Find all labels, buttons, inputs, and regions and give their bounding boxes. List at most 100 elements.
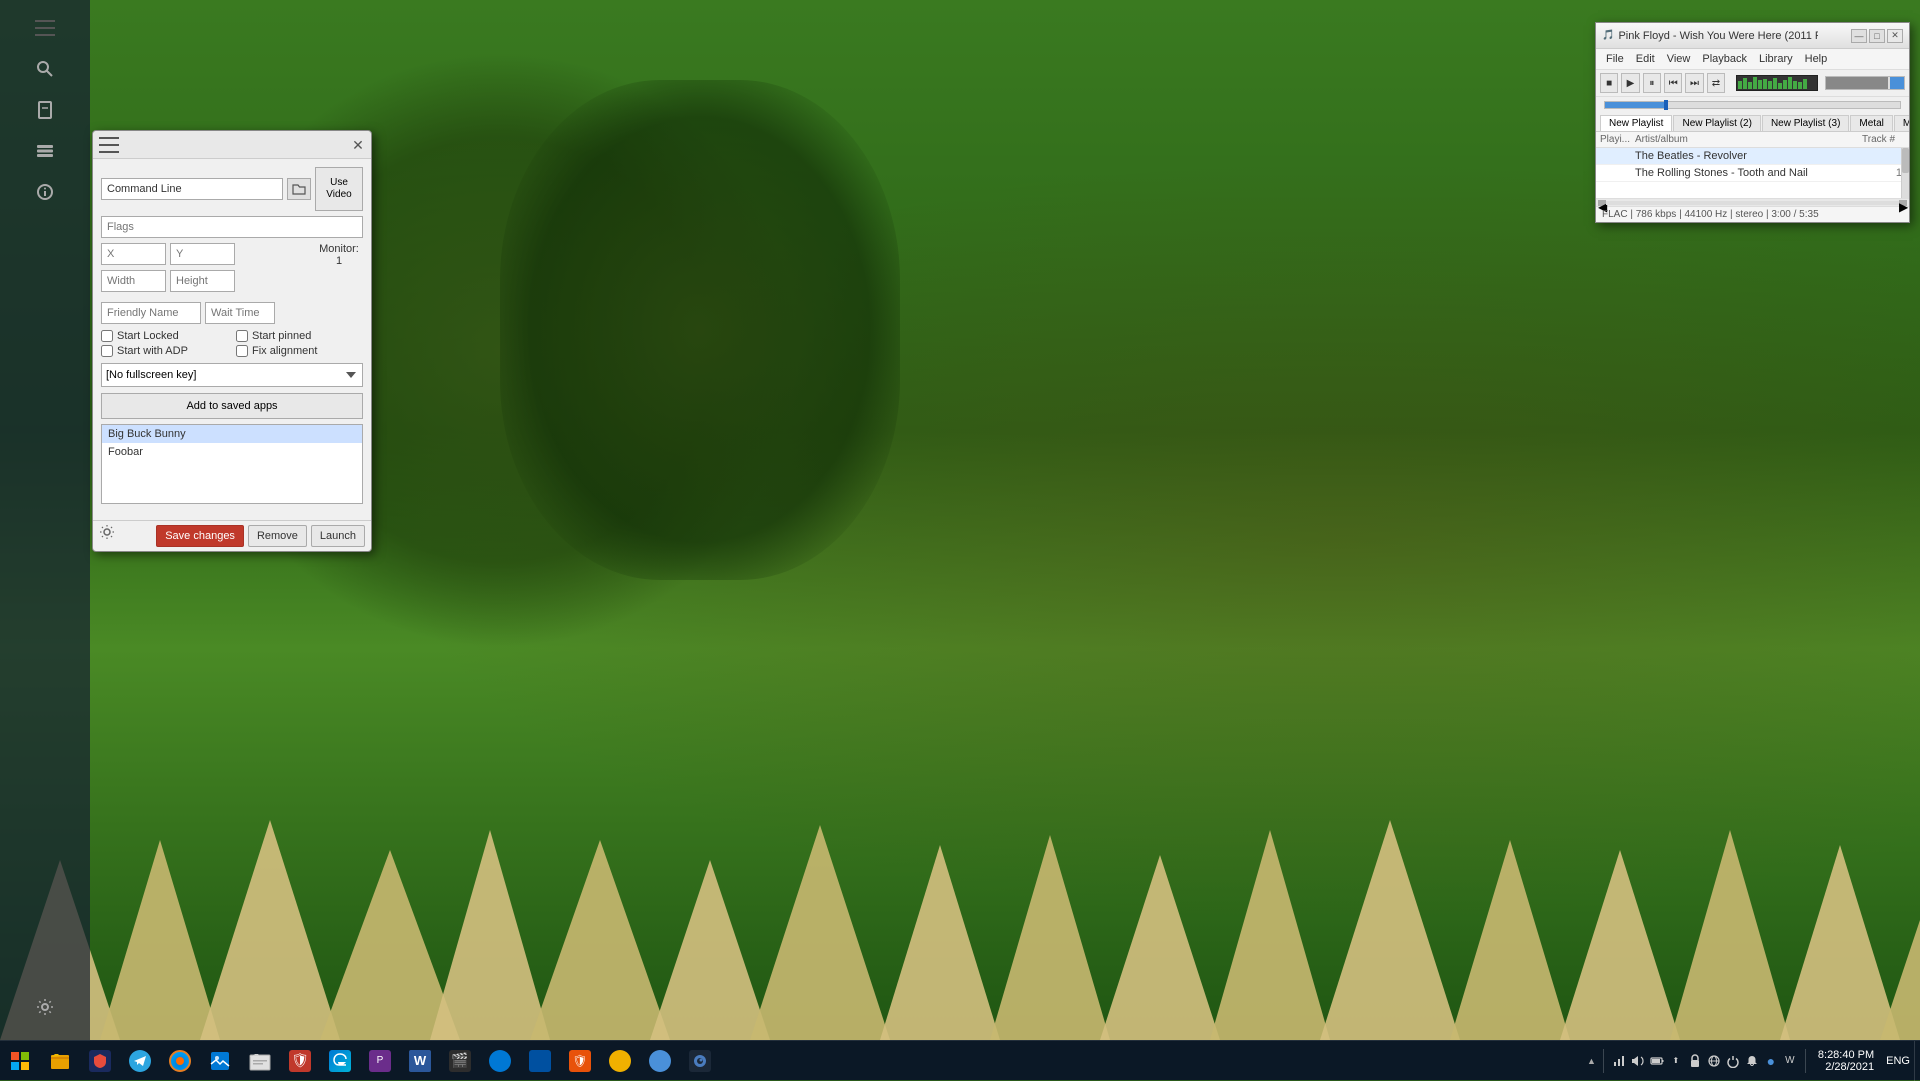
- saved-apps-list[interactable]: Big Buck Bunny Foobar: [101, 424, 363, 504]
- menu-file[interactable]: File: [1600, 51, 1630, 67]
- taskbar-blue-circle[interactable]: [640, 1041, 680, 1081]
- taskbar-photos[interactable]: [200, 1041, 240, 1081]
- menu-library[interactable]: Library: [1753, 51, 1799, 67]
- hscroll-left[interactable]: ◀: [1598, 200, 1606, 206]
- menu-help[interactable]: Help: [1799, 51, 1834, 67]
- menu-view[interactable]: View: [1661, 51, 1697, 67]
- foobar-close-button[interactable]: ✕: [1887, 29, 1903, 43]
- taskbar-firefox[interactable]: [160, 1041, 200, 1081]
- taskbar-video[interactable]: 🎬: [440, 1041, 480, 1081]
- sidebar-settings-icon[interactable]: [27, 994, 63, 1030]
- taskbar-antivirus[interactable]: 🛡: [280, 1041, 320, 1081]
- sidebar-hamburger-icon[interactable]: [27, 10, 63, 46]
- app-manager-titlebar[interactable]: ✕: [93, 131, 371, 159]
- systray-globe-icon[interactable]: [1706, 1053, 1722, 1069]
- track-cell: 1/: [1845, 167, 1905, 179]
- foobar-maximize-button[interactable]: □: [1869, 29, 1885, 43]
- systray-power-icon[interactable]: [1725, 1053, 1741, 1069]
- seekbar[interactable]: [1604, 101, 1901, 109]
- friendly-name-input[interactable]: [101, 302, 201, 324]
- eq-bar: [1788, 77, 1792, 89]
- sidebar-layers-icon[interactable]: [27, 133, 63, 169]
- toolbar-random-button[interactable]: ⇄: [1707, 73, 1725, 93]
- systray-network-icon[interactable]: [1611, 1053, 1627, 1069]
- save-changes-button[interactable]: Save changes: [156, 525, 244, 547]
- use-video-button[interactable]: Use Video: [315, 167, 363, 211]
- tab-mj[interactable]: MJ: [1894, 115, 1909, 131]
- toolbar-next-button[interactable]: ⏭: [1685, 73, 1703, 93]
- playlist-item[interactable]: The Rolling Stones - Tooth and Nail 1/: [1596, 165, 1909, 182]
- height-input[interactable]: [170, 270, 235, 292]
- taskbar-blue-app[interactable]: [520, 1041, 560, 1081]
- sidebar-bookmark-icon[interactable]: [27, 92, 63, 128]
- systray-notification-icon[interactable]: [1744, 1053, 1760, 1069]
- menu-edit[interactable]: Edit: [1630, 51, 1661, 67]
- playlist-scrollbar[interactable]: [1901, 148, 1909, 198]
- taskbar-purple-app[interactable]: P: [360, 1041, 400, 1081]
- scrollbar-thumb[interactable]: [1902, 148, 1909, 173]
- flags-input[interactable]: [101, 216, 363, 238]
- taskbar-edge[interactable]: [320, 1041, 360, 1081]
- tab-new-playlist[interactable]: New Playlist: [1600, 115, 1672, 131]
- folder-browse-button[interactable]: [287, 178, 311, 200]
- systray-volume-icon[interactable]: [1630, 1053, 1646, 1069]
- remove-button[interactable]: Remove: [248, 525, 307, 547]
- taskbar-yellow-app[interactable]: [600, 1041, 640, 1081]
- toolbar-stop-button[interactable]: ■: [1600, 73, 1618, 93]
- taskbar-word[interactable]: W: [400, 1041, 440, 1081]
- systray-up-icon[interactable]: ⬆: [1668, 1053, 1684, 1069]
- tab-new-playlist-2[interactable]: New Playlist (2): [1673, 115, 1760, 131]
- foobar-titlebar[interactable]: 🎵 Pink Floyd - Wish You Were Here (2011 …: [1596, 23, 1909, 49]
- start-button[interactable]: [0, 1041, 40, 1081]
- toolbar-pause-button[interactable]: ⏸: [1643, 73, 1661, 93]
- titlebar-hamburger-icon[interactable]: [99, 137, 119, 153]
- playlist-item[interactable]: The Beatles - Revolver: [1596, 148, 1909, 165]
- taskbar-security-app[interactable]: [80, 1041, 120, 1081]
- hscroll-right[interactable]: ▶: [1899, 200, 1907, 206]
- taskbar-steam[interactable]: [680, 1041, 720, 1081]
- toolbar-play-button[interactable]: ▶: [1621, 73, 1639, 93]
- fix-alignment-checkbox[interactable]: [236, 345, 248, 357]
- start-pinned-checkbox[interactable]: [236, 330, 248, 342]
- list-item[interactable]: Big Buck Bunny: [102, 425, 362, 443]
- foobar-minimize-button[interactable]: —: [1851, 29, 1867, 43]
- sidebar-info-icon[interactable]: [27, 174, 63, 210]
- command-line-input[interactable]: [101, 178, 283, 200]
- systray-expand[interactable]: ▲: [1587, 1056, 1596, 1066]
- add-saved-apps-button[interactable]: Add to saved apps: [101, 393, 363, 419]
- start-locked-checkbox[interactable]: [101, 330, 113, 342]
- menu-playback[interactable]: Playback: [1696, 51, 1753, 67]
- start-adp-checkbox[interactable]: [101, 345, 113, 357]
- taskbar-clock[interactable]: 8:28:40 PM 2/28/2021: [1810, 1049, 1882, 1073]
- width-input[interactable]: [101, 270, 166, 292]
- volume-slider[interactable]: [1825, 76, 1905, 90]
- foobar-playlist[interactable]: The Beatles - Revolver The Rolling Stone…: [1596, 148, 1909, 198]
- fullscreen-select[interactable]: [No fullscreen key] F11 Alt+Enter: [101, 363, 363, 387]
- taskbar-file-explorer[interactable]: [40, 1041, 80, 1081]
- list-item[interactable]: Foobar: [102, 443, 362, 461]
- foobar-hscrollbar[interactable]: ◀ ▶: [1596, 198, 1909, 206]
- playlist-header: Playi... Artist/album Track #: [1596, 132, 1909, 148]
- launch-button[interactable]: Launch: [311, 525, 365, 547]
- show-desktop-button[interactable]: [1914, 1041, 1920, 1081]
- systray-dot1[interactable]: ●: [1763, 1053, 1779, 1069]
- systray-battery-icon[interactable]: [1649, 1053, 1665, 1069]
- sidebar-search-icon[interactable]: [27, 51, 63, 87]
- systray-lock-icon[interactable]: [1687, 1053, 1703, 1069]
- tab-new-playlist-3[interactable]: New Playlist (3): [1762, 115, 1849, 131]
- x-input[interactable]: [101, 243, 166, 265]
- wait-time-input[interactable]: [205, 302, 275, 324]
- taskbar-telegram[interactable]: [120, 1041, 160, 1081]
- tab-metal[interactable]: Metal: [1850, 115, 1892, 131]
- taskbar-file-manager[interactable]: [240, 1041, 280, 1081]
- bottom-settings-icon[interactable]: [99, 524, 115, 540]
- taskbar-circle-app[interactable]: [480, 1041, 520, 1081]
- toolbar-prev-button[interactable]: ⏮: [1664, 73, 1682, 93]
- playing-indicator: [1600, 167, 1635, 179]
- close-button[interactable]: ✕: [351, 138, 365, 152]
- systray-w-icon[interactable]: W: [1782, 1053, 1798, 1069]
- taskbar-shield-orange[interactable]: 🛡: [560, 1041, 600, 1081]
- hscroll-track[interactable]: [1606, 201, 1899, 205]
- y-input[interactable]: [170, 243, 235, 265]
- taskbar-language[interactable]: ENG: [1882, 1055, 1914, 1067]
